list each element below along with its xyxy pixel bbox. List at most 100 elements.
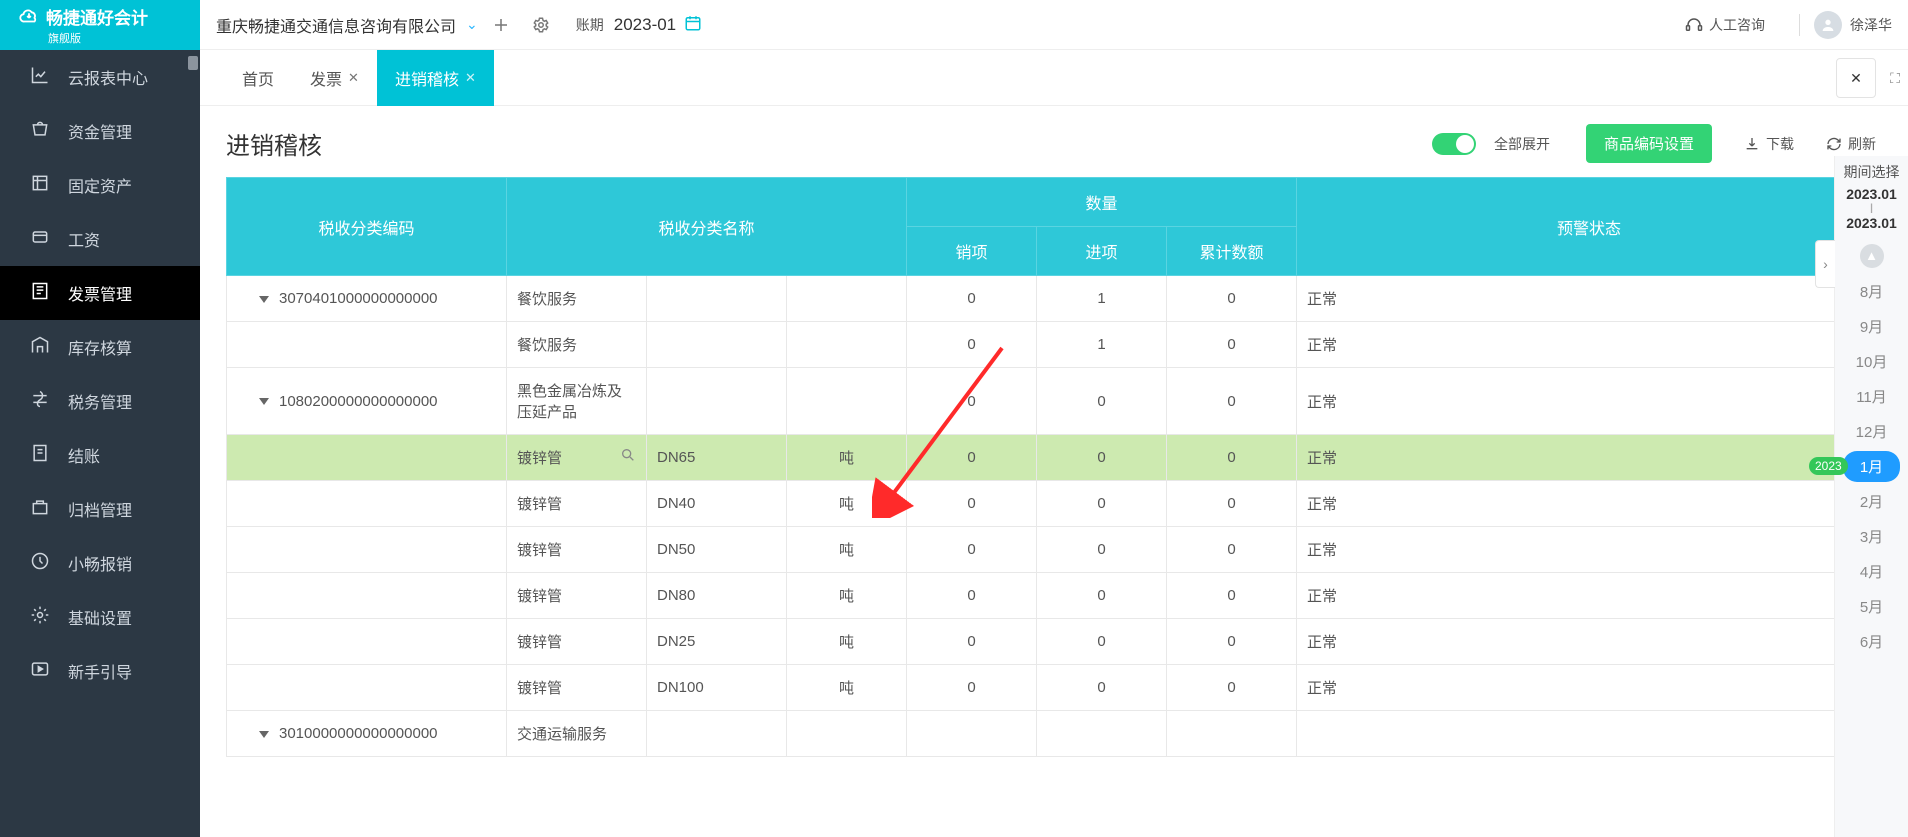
sidebar-label: 基础设置: [68, 605, 132, 629]
table-row[interactable]: 镀锌管DN65吨000正常: [227, 435, 1882, 481]
rail-year-badge: 2023: [1809, 457, 1848, 475]
table-row[interactable]: 1080200000000000000黑色金属冶炼及压延产品000正常: [227, 368, 1882, 435]
rail-title: 期间选择: [1844, 162, 1900, 182]
table-row[interactable]: 镀锌管DN100吨000正常: [227, 665, 1882, 711]
sidebar-item-7[interactable]: 结账: [0, 428, 200, 482]
sidebar-item-11[interactable]: 新手引导: [0, 644, 200, 698]
tree-arrow-icon[interactable]: [259, 296, 269, 303]
download-button[interactable]: 下载: [1744, 134, 1794, 154]
table-row[interactable]: 镀锌管DN50吨000正常: [227, 527, 1882, 573]
sidebar-item-1[interactable]: 资金管理: [0, 104, 200, 158]
user-name: 徐泽华: [1850, 15, 1892, 35]
sidebar: 云报表中心资金管理固定资产工资发票管理库存核算税务管理结账归档管理小畅报销基础设…: [0, 50, 200, 837]
table-row[interactable]: 镀锌管DN25吨000正常: [227, 619, 1882, 665]
refresh-button[interactable]: 刷新: [1826, 134, 1876, 154]
tab-2[interactable]: 进销稽核✕: [377, 50, 494, 106]
rail-month-3月[interactable]: 3月: [1835, 519, 1908, 554]
calendar-icon[interactable]: [684, 14, 702, 35]
th-tax-code: 税收分类编码: [227, 178, 507, 276]
rail-month-9月[interactable]: 9月: [1835, 309, 1908, 344]
sidebar-label: 工资: [68, 227, 100, 251]
sidebar-item-2[interactable]: 固定资产: [0, 158, 200, 212]
rail-month-11月[interactable]: 11月: [1835, 379, 1908, 414]
settings-button[interactable]: [524, 8, 558, 42]
sidebar-icon: [30, 497, 50, 522]
sidebar-item-3[interactable]: 工资: [0, 212, 200, 266]
sidebar-item-0[interactable]: 云报表中心: [0, 50, 200, 104]
sidebar-label: 库存核算: [68, 335, 132, 359]
company-selector[interactable]: 重庆畅捷通交通信息咨询有限公司 ⌄: [216, 13, 478, 37]
close-all-tabs-button[interactable]: ✕: [1836, 58, 1876, 98]
sidebar-item-9[interactable]: 小畅报销: [0, 536, 200, 590]
support-link[interactable]: 人工咨询: [1685, 15, 1765, 35]
product-code-settings-button[interactable]: 商品编码设置: [1586, 124, 1712, 163]
sidebar-label: 固定资产: [68, 173, 132, 197]
period-label: 账期: [576, 15, 604, 35]
sidebar-icon: [30, 281, 50, 306]
brand-edition: 旗舰版: [48, 30, 200, 46]
expand-all-toggle[interactable]: [1432, 133, 1476, 155]
table-row[interactable]: 餐饮服务010正常: [227, 322, 1882, 368]
brand-name: 畅捷通好会计: [46, 4, 148, 29]
avatar-icon: [1814, 11, 1842, 39]
expand-all-label: 全部展开: [1494, 134, 1550, 154]
tab-1[interactable]: 发票✕: [292, 50, 377, 106]
download-icon: [1744, 136, 1760, 152]
fullscreen-button[interactable]: ⛶: [1882, 70, 1908, 87]
sidebar-icon: [30, 551, 50, 576]
sidebar-item-5[interactable]: 库存核算: [0, 320, 200, 374]
tree-arrow-icon[interactable]: [259, 731, 269, 738]
sidebar-item-10[interactable]: 基础设置: [0, 590, 200, 644]
scrollbar-thumb[interactable]: [188, 56, 198, 70]
page-header: 进销稽核 全部展开 商品编码设置 下载 刷新: [200, 106, 1908, 177]
rail-month-8月[interactable]: 8月: [1835, 274, 1908, 309]
sidebar-icon: [30, 65, 50, 90]
rail-month-12月[interactable]: 12月: [1835, 414, 1908, 449]
rail-range: 2023.01 | 2023.01: [1846, 186, 1897, 232]
tabs-row: 首页发票✕进销稽核✕ ✕ ⛶: [200, 50, 1908, 106]
audit-table: 税收分类编码 税收分类名称 数量 预警状态 销项 进项 累计数额 3070401…: [226, 177, 1882, 757]
sidebar-label: 新手引导: [68, 659, 132, 683]
sidebar-label: 云报表中心: [68, 65, 148, 89]
headset-icon: [1685, 16, 1703, 34]
tree-arrow-icon[interactable]: [259, 398, 269, 405]
th-tax-name: 税收分类名称: [507, 178, 907, 276]
sidebar-item-8[interactable]: 归档管理: [0, 482, 200, 536]
table-row[interactable]: 3070401000000000000餐饮服务010正常: [227, 276, 1882, 322]
tab-close-icon[interactable]: ✕: [348, 70, 359, 86]
sidebar-icon: [30, 389, 50, 414]
sidebar-icon: [30, 119, 50, 144]
search-icon[interactable]: [620, 447, 636, 467]
table-row[interactable]: 3010000000000000000交通运输服务: [227, 711, 1882, 757]
rail-scroll-up[interactable]: ▲: [1860, 244, 1884, 268]
company-name: 重庆畅捷通交通信息咨询有限公司: [216, 13, 456, 37]
table-row[interactable]: 镀锌管DN40吨000正常: [227, 481, 1882, 527]
rail-month-4月[interactable]: 4月: [1835, 554, 1908, 589]
tab-close-icon[interactable]: ✕: [465, 70, 476, 86]
sidebar-icon: [30, 659, 50, 684]
sidebar-label: 归档管理: [68, 497, 132, 521]
rail-month-2月[interactable]: 2月: [1835, 484, 1908, 519]
table-container: 税收分类编码 税收分类名称 数量 预警状态 销项 进项 累计数额 3070401…: [200, 177, 1908, 837]
rail-month-10月[interactable]: 10月: [1835, 344, 1908, 379]
rail-month-1月[interactable]: 1月2023: [1843, 451, 1900, 482]
rail-collapse-handle[interactable]: ›: [1815, 240, 1835, 288]
rail-month-5月[interactable]: 5月: [1835, 589, 1908, 624]
sidebar-icon: [30, 335, 50, 360]
page-title: 进销稽核: [226, 126, 322, 161]
main-area: 首页发票✕进销稽核✕ ✕ ⛶ 进销稽核 全部展开 商品编码设置 下载: [200, 50, 1908, 837]
table-row[interactable]: 镀锌管DN80吨000正常: [227, 573, 1882, 619]
th-purchase: 进项: [1037, 227, 1167, 276]
th-sales: 销项: [907, 227, 1037, 276]
sidebar-icon: [30, 173, 50, 198]
th-cumulative: 累计数额: [1167, 227, 1297, 276]
sidebar-label: 税务管理: [68, 389, 132, 413]
sidebar-item-4[interactable]: 发票管理: [0, 266, 200, 320]
sidebar-item-6[interactable]: 税务管理: [0, 374, 200, 428]
user-menu[interactable]: 徐泽华: [1814, 11, 1892, 39]
tab-0[interactable]: 首页: [224, 50, 292, 106]
sidebar-icon: [30, 227, 50, 252]
period-rail: › 期间选择 2023.01 | 2023.01 ▲ 8月9月10月11月12月…: [1834, 156, 1908, 837]
rail-month-6月[interactable]: 6月: [1835, 624, 1908, 659]
add-button[interactable]: [484, 8, 518, 42]
